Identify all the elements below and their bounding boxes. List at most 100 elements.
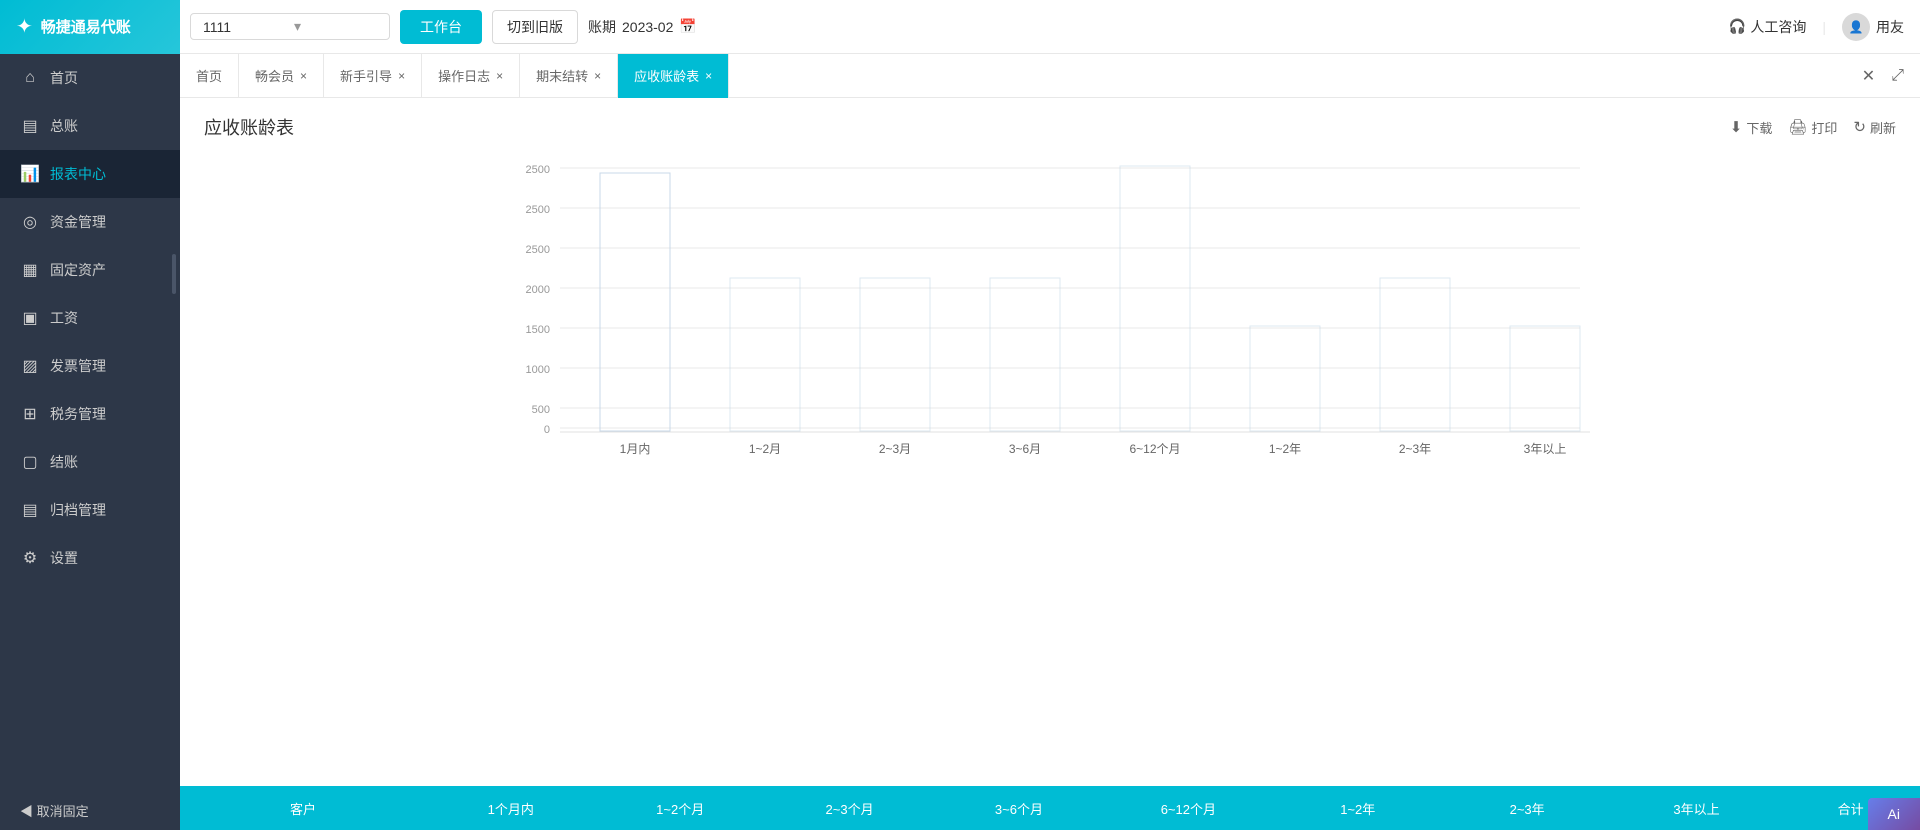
tab-home[interactable]: 首页: [180, 54, 239, 98]
svg-text:1~2月: 1~2月: [749, 442, 781, 456]
tab-member[interactable]: 畅会员 ×: [239, 54, 324, 98]
refresh-button[interactable]: ↻ 刷新: [1853, 118, 1896, 137]
tab-close-guide[interactable]: ×: [398, 70, 405, 82]
svg-text:2~3年: 2~3年: [1399, 442, 1431, 456]
logo-area: ✦ 畅捷通易代账: [0, 0, 180, 54]
tab-label-member: 畅会员: [255, 66, 294, 85]
svg-text:2500: 2500: [526, 204, 550, 216]
col-3year-plus: 3年以上: [1612, 799, 1781, 818]
tab-label-guide: 新手引导: [340, 66, 392, 85]
tab-close-aging[interactable]: ×: [705, 70, 712, 82]
download-button[interactable]: ⬇ 下载: [1730, 118, 1773, 137]
col-6-12month: 6~12个月: [1104, 799, 1273, 818]
period-label: 账期: [588, 17, 616, 37]
archive-icon: ▤: [20, 500, 40, 520]
svg-text:2500: 2500: [526, 244, 550, 256]
user-info[interactable]: 👤 用友: [1842, 13, 1904, 41]
sidebar-item-invoice[interactable]: ▨ 发票管理: [0, 342, 180, 390]
scroll-indicator: [172, 254, 176, 294]
page-header: 应收账龄表 ⬇ 下载 🖨 打印 ↻ 刷新: [180, 98, 1920, 148]
page-content: 应收账龄表 ⬇ 下载 🖨 打印 ↻ 刷新: [180, 98, 1920, 830]
ai-badge[interactable]: Ai: [1868, 798, 1920, 830]
avatar: 👤: [1842, 13, 1870, 41]
sidebar-item-tax[interactable]: ⊞ 税务管理: [0, 390, 180, 438]
consult-label: 人工咨询: [1750, 17, 1806, 37]
sidebar-label-assets: 固定资产: [50, 260, 106, 280]
sidebar-label-tax: 税务管理: [50, 404, 106, 424]
sidebar-label-funds: 资金管理: [50, 212, 106, 232]
tab-actions: ✕ ⤢: [1846, 62, 1920, 90]
tabs-bar: 首页 畅会员 × 新手引导 × 操作日志 × 期末结转 × 应收账龄表 ×: [180, 54, 1920, 98]
maximize-tab-button[interactable]: ⤢: [1887, 63, 1908, 89]
sidebar-item-assets[interactable]: ▦ 固定资产: [0, 246, 180, 294]
ledger-icon: ▤: [20, 116, 40, 136]
top-header: ✦ 畅捷通易代账 1111 ▾ 工作台 切到旧版 账期 2023-02 📅 🎧 …: [0, 0, 1920, 54]
print-icon: 🖨: [1788, 118, 1807, 136]
tax-icon: ⊞: [20, 404, 40, 424]
switch-old-button[interactable]: 切到旧版: [492, 10, 578, 44]
chart-area: 0 500 1000 1500 2000 2500 2500 2500: [180, 148, 1920, 786]
refresh-label: 刷新: [1870, 118, 1896, 137]
sidebar-label-payroll: 工资: [50, 308, 78, 328]
tab-close-member[interactable]: ×: [300, 70, 307, 82]
download-icon: ⬇: [1730, 118, 1743, 136]
company-name: 1111: [203, 19, 286, 35]
sidebar-label-ledger: 总账: [50, 116, 78, 136]
sidebar-item-close[interactable]: ▢ 结账: [0, 438, 180, 486]
workbench-button[interactable]: 工作台: [400, 10, 482, 44]
tab-guide[interactable]: 新手引导 ×: [324, 54, 422, 98]
tab-close-yearend[interactable]: ×: [594, 70, 601, 82]
consult-button[interactable]: 🎧 人工咨询: [1729, 17, 1806, 37]
payroll-icon: ▣: [20, 308, 40, 328]
sidebar-item-ledger[interactable]: ▤ 总账: [0, 102, 180, 150]
period-value: 2023-02: [622, 19, 673, 35]
period-area: 账期 2023-02 📅: [588, 17, 697, 37]
col-1-2month: 1~2个月: [595, 799, 764, 818]
user-area: 🎧 人工咨询 | 👤 用友: [1729, 13, 1904, 41]
tab-label-aging: 应收账龄表: [634, 66, 699, 85]
tab-oplog[interactable]: 操作日志 ×: [422, 54, 520, 98]
col-1month: 1个月内: [426, 799, 595, 818]
ai-label: Ai: [1888, 806, 1900, 822]
svg-text:1000: 1000: [526, 364, 550, 376]
svg-text:3~6月: 3~6月: [1009, 442, 1041, 456]
content-area: 首页 畅会员 × 新手引导 × 操作日志 × 期末结转 × 应收账龄表 ×: [180, 54, 1920, 830]
svg-text:6~12个月: 6~12个月: [1129, 442, 1180, 456]
sidebar-item-archive[interactable]: ▤ 归档管理: [0, 486, 180, 534]
logo-icon: ✦: [16, 14, 33, 39]
svg-text:3年以上: 3年以上: [1524, 442, 1567, 456]
page-title: 应收账龄表: [204, 114, 294, 140]
print-button[interactable]: 🖨 打印: [1788, 118, 1837, 137]
refresh-icon: ↻: [1853, 118, 1866, 136]
company-selector[interactable]: 1111 ▾: [190, 13, 390, 40]
sidebar-item-payroll[interactable]: ▣ 工资: [0, 294, 180, 342]
sidebar-item-reports[interactable]: 📊 报表中心: [0, 150, 180, 198]
tab-label-home: 首页: [196, 66, 222, 85]
svg-text:2000: 2000: [526, 284, 550, 296]
sidebar-item-settings[interactable]: ⚙ 设置: [0, 534, 180, 582]
calendar-icon[interactable]: 📅: [679, 18, 696, 35]
bar-chart: 0 500 1000 1500 2000 2500 2500 2500: [204, 158, 1896, 478]
invoice-icon: ▨: [20, 356, 40, 376]
print-label: 打印: [1811, 118, 1837, 137]
sidebar-label-invoice: 发票管理: [50, 356, 106, 376]
download-label: 下载: [1746, 118, 1772, 137]
reports-icon: 📊: [20, 164, 40, 184]
cancel-pin-label: ◀ 取消固定: [20, 801, 89, 820]
sidebar-label-close: 结账: [50, 452, 78, 472]
page-actions: ⬇ 下载 🖨 打印 ↻ 刷新: [1730, 118, 1896, 137]
tab-close-oplog[interactable]: ×: [496, 70, 503, 82]
sidebar-item-funds[interactable]: ◎ 资金管理: [0, 198, 180, 246]
table-header: 客户 1个月内 1~2个月 2~3个月 3~6个月 6~12个月: [180, 786, 1920, 830]
sidebar-item-home[interactable]: ⌂ 首页: [0, 54, 180, 102]
sidebar: ⌂ 首页 ▤ 总账 📊 报表中心 ◎ 资金管理 ▦ 固定资产 ▣ 工资 ▨ 发票…: [0, 54, 180, 830]
home-icon: ⌂: [20, 69, 40, 87]
tab-yearend[interactable]: 期末结转 ×: [520, 54, 618, 98]
cancel-pin-button[interactable]: ◀ 取消固定: [0, 791, 180, 830]
col-1-2year: 1~2年: [1273, 799, 1442, 818]
close-tab-button[interactable]: ✕: [1858, 62, 1879, 90]
sidebar-label-home: 首页: [50, 68, 78, 88]
svg-text:2500: 2500: [526, 164, 550, 176]
close-account-icon: ▢: [20, 452, 40, 472]
tab-aging[interactable]: 应收账龄表 ×: [618, 54, 729, 98]
